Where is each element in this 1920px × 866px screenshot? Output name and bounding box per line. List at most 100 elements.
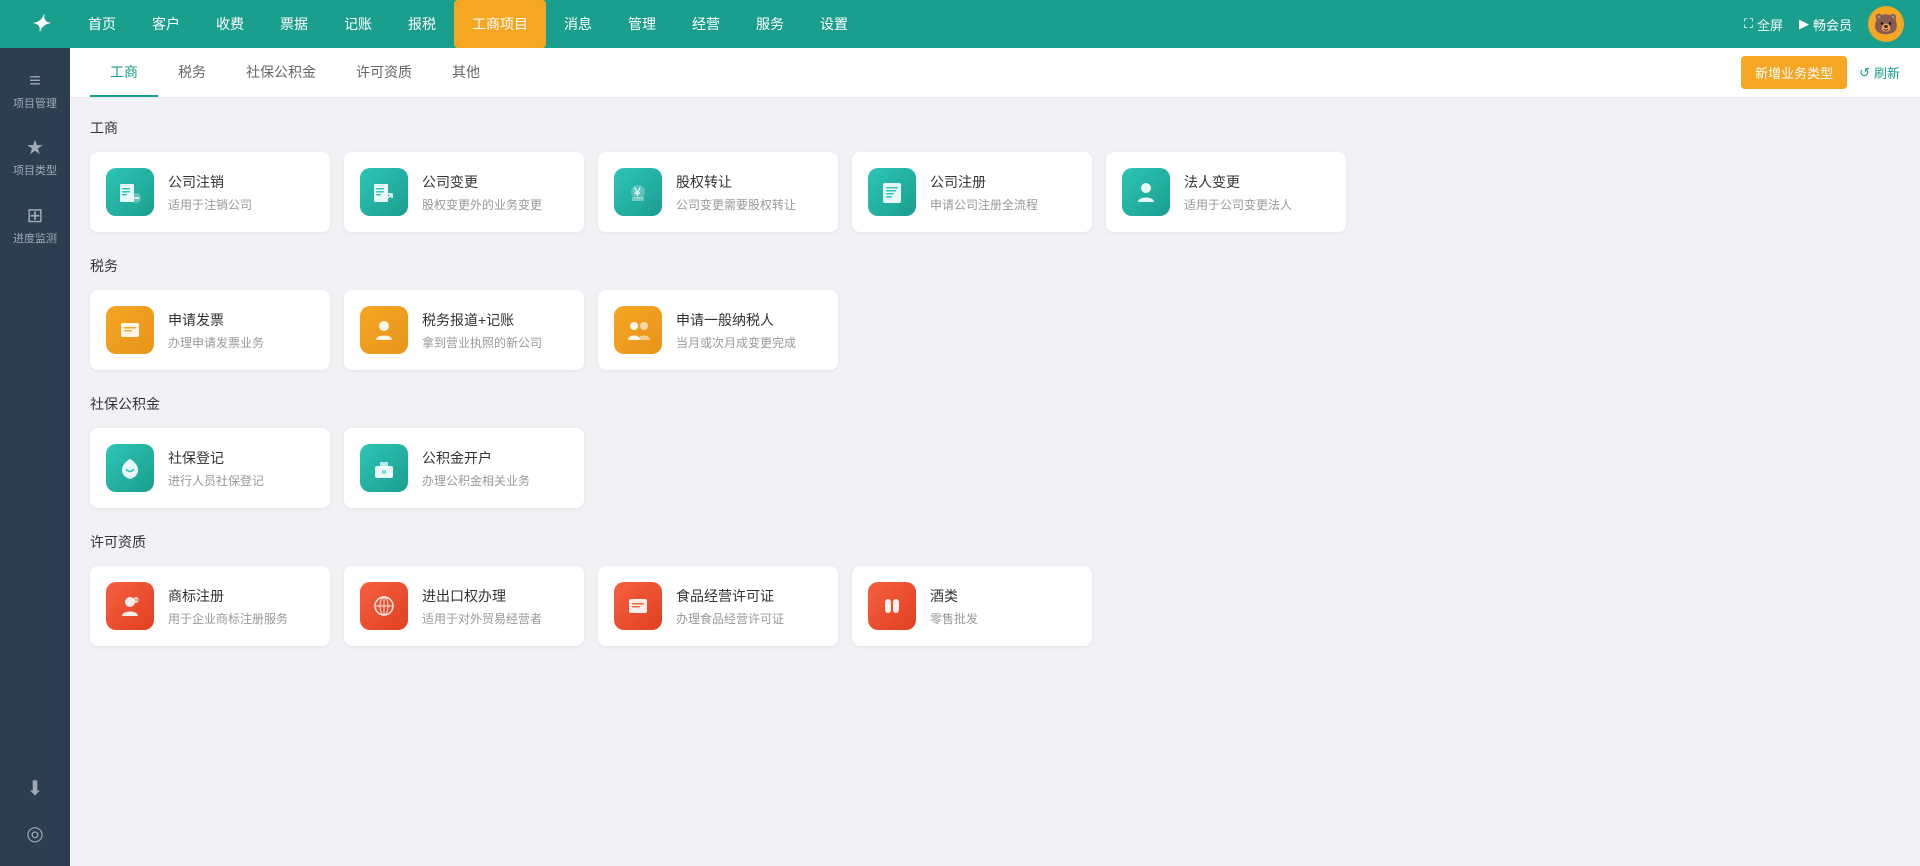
nav-home[interactable]: 首页 [70,0,134,48]
nav-operation[interactable]: 经营 [674,0,738,48]
card-desc-legal-change: 适用于公司变更法人 [1184,196,1330,213]
section-title-tax: 税务 [90,256,1900,276]
avatar[interactable]: 🐻 [1868,6,1904,42]
card-info-tax-report: 税务报道+记账 拿到营业执照的新公司 [422,310,568,351]
card-title-company-change: 公司变更 [422,172,568,192]
svg-text:¥: ¥ [633,185,641,199]
card-info-social-insurance: 社保登记 进行人员社保登记 [168,448,314,489]
section-title-license: 许可资质 [90,532,1900,552]
card-company-register[interactable]: 公司注册 申请公司注册全流程 [852,152,1092,232]
fullscreen-icon: ⛶ [1744,16,1753,32]
card-general-taxpayer[interactable]: 申请一般纳税人 当月或次月成变更完成 [598,290,838,370]
card-desc-equity-transfer: 公司变更需要股权转让 [676,196,822,213]
content-area: 工商 税务 社保公积金 许可资质 其他 新增业务类型 ↺ 刷新 工商 [70,48,1920,866]
card-icon-equity-transfer: ¥ [614,168,662,216]
card-equity-transfer[interactable]: ¥ 股权转让 公司变更需要股权转让 [598,152,838,232]
card-desc-general-taxpayer: 当月或次月成变更完成 [676,334,822,351]
sidebar-download-button[interactable]: ⬇ [0,766,70,811]
refresh-icon: ↺ [1859,65,1870,81]
card-desc-tax-report: 拿到营业执照的新公司 [422,334,568,351]
card-tax-report[interactable]: 税务报道+记账 拿到营业执照的新公司 [344,290,584,370]
tab-business[interactable]: 工商 [90,48,158,97]
card-info-company-cancel: 公司注销 适用于注销公司 [168,172,314,213]
card-desc-social-insurance: 进行人员社保登记 [168,472,314,489]
card-desc-company-change: 股权变更外的业务变更 [422,196,568,213]
card-social-insurance[interactable]: 社保登记 进行人员社保登记 [90,428,330,508]
card-title-general-taxpayer: 申请一般纳税人 [676,310,822,330]
sidebar-item-project-management[interactable]: ≡ 项目管理 [0,58,70,123]
sidebar-item-project-type[interactable]: ★ 项目类型 [0,123,70,190]
nav-customer[interactable]: 客户 [134,0,198,48]
vip-button[interactable]: ▶ 畅会员 [1799,15,1852,34]
card-icon-apply-invoice [106,306,154,354]
card-icon-tax-report [360,306,408,354]
nav-settings[interactable]: 设置 [802,0,866,48]
cards-grid-social-security: 社保登记 进行人员社保登记 [90,428,1900,508]
card-info-company-register: 公司注册 申请公司注册全流程 [930,172,1076,213]
sidebar-location-button[interactable]: ◎ [0,811,70,856]
card-company-cancel[interactable]: 公司注销 适用于注销公司 [90,152,330,232]
tabs-left: 工商 税务 社保公积金 许可资质 其他 [90,48,500,97]
card-icon-provident-fund [360,444,408,492]
tab-license[interactable]: 许可资质 [336,48,432,97]
sidebar-item-progress-monitor[interactable]: ⊞ 进度监测 [0,191,70,258]
card-info-food-license: 食品经营许可证 办理食品经营许可证 [676,586,822,627]
card-title-social-insurance: 社保登记 [168,448,314,468]
card-desc-provident-fund: 办理公积金相关业务 [422,472,568,489]
svg-text:™: ™ [135,599,140,605]
card-title-provident-fund: 公积金开户 [422,448,568,468]
card-alcohol[interactable]: 酒类 零售批发 [852,566,1092,646]
card-legal-change[interactable]: 法人变更 适用于公司变更法人 [1106,152,1346,232]
card-title-company-cancel: 公司注销 [168,172,314,192]
card-trademark[interactable]: ™ 商标注册 用于企业商标注册服务 [90,566,330,646]
card-provident-fund[interactable]: 公积金开户 办理公积金相关业务 [344,428,584,508]
add-business-type-button[interactable]: 新增业务类型 [1741,56,1847,89]
section-business: 工商 [90,118,1900,232]
card-desc-import-export: 适用于对外贸易经营者 [422,610,568,627]
tab-social-security[interactable]: 社保公积金 [226,48,336,97]
nav-bills[interactable]: 票据 [262,0,326,48]
card-title-alcohol: 酒类 [930,586,1076,606]
card-desc-company-register: 申请公司注册全流程 [930,196,1076,213]
card-title-food-license: 食品经营许可证 [676,586,822,606]
logo: ✦ [10,11,70,37]
card-icon-company-register [868,168,916,216]
card-title-trademark: 商标注册 [168,586,314,606]
card-icon-food-license [614,582,662,630]
card-icon-company-cancel [106,168,154,216]
card-company-change[interactable]: 公司变更 股权变更外的业务变更 [344,152,584,232]
nav-tax[interactable]: 报税 [390,0,454,48]
card-info-apply-invoice: 申请发票 办理申请发票业务 [168,310,314,351]
star-icon: ★ [26,135,44,160]
card-title-import-export: 进出口权办理 [422,586,568,606]
card-icon-company-change [360,168,408,216]
card-icon-legal-change [1122,168,1170,216]
tabs-bar: 工商 税务 社保公积金 许可资质 其他 新增业务类型 ↺ 刷新 [70,48,1920,98]
fullscreen-button[interactable]: ⛶ 全屏 [1744,15,1783,34]
nav-message[interactable]: 消息 [546,0,610,48]
refresh-button[interactable]: ↺ 刷新 [1859,63,1900,82]
section-tax: 税务 申请发票 办理申请发票业务 [90,256,1900,370]
card-apply-invoice[interactable]: 申请发票 办理申请发票业务 [90,290,330,370]
tabs-right: 新增业务类型 ↺ 刷新 [1741,56,1900,89]
card-info-trademark: 商标注册 用于企业商标注册服务 [168,586,314,627]
nav-accounting[interactable]: 记账 [326,0,390,48]
cards-grid-tax: 申请发票 办理申请发票业务 税务报道+记账 [90,290,1900,370]
tab-tax[interactable]: 税务 [158,48,226,97]
scroll-content[interactable]: 工商 [70,98,1920,866]
section-title-social-security: 社保公积金 [90,394,1900,414]
nav-fees[interactable]: 收费 [198,0,262,48]
card-title-company-register: 公司注册 [930,172,1076,192]
card-import-export[interactable]: 进出口权办理 适用于对外贸易经营者 [344,566,584,646]
card-icon-social-insurance [106,444,154,492]
card-food-license[interactable]: 食品经营许可证 办理食品经营许可证 [598,566,838,646]
sidebar: ≡ 项目管理 ★ 项目类型 ⊞ 进度监测 ⬇ ◎ [0,48,70,866]
card-info-import-export: 进出口权办理 适用于对外贸易经营者 [422,586,568,627]
card-desc-food-license: 办理食品经营许可证 [676,610,822,627]
nav-business[interactable]: 工商项目 [454,0,546,48]
nav-right: ⛶ 全屏 ▶ 畅会员 🐻 [1744,6,1920,42]
list-icon: ≡ [29,70,41,93]
nav-service[interactable]: 服务 [738,0,802,48]
nav-management[interactable]: 管理 [610,0,674,48]
tab-other[interactable]: 其他 [432,48,500,97]
